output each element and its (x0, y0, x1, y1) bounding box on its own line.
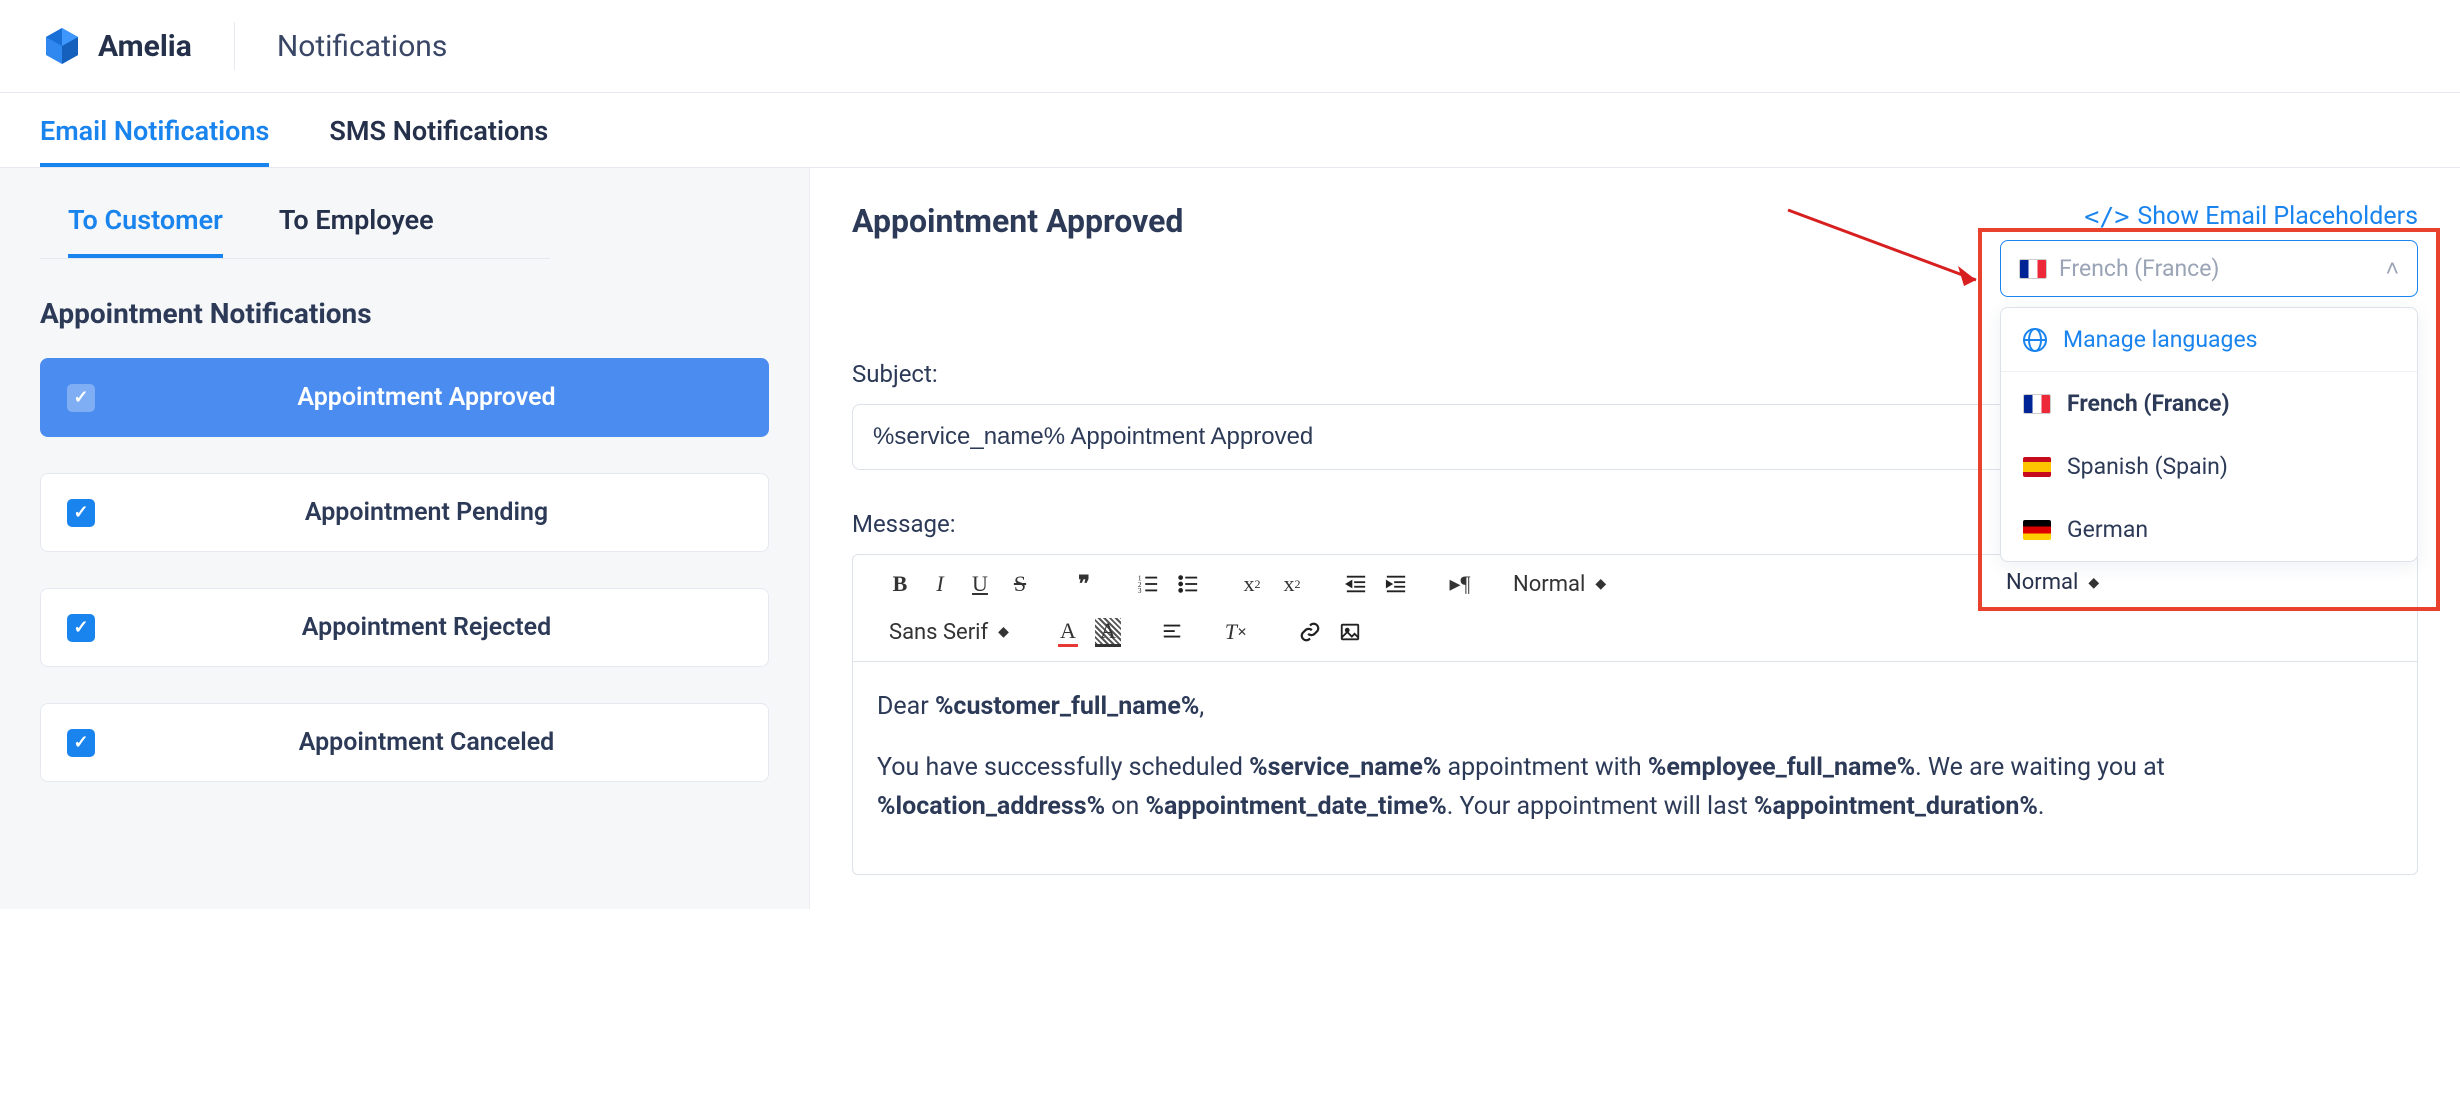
bold-button[interactable]: B (883, 567, 917, 601)
language-option-label: French (France) (2067, 390, 2230, 417)
language-select-value: French (France) (2059, 255, 2219, 282)
notif-label: Appointment Rejected (111, 613, 742, 642)
image-button[interactable] (1333, 615, 1367, 649)
header: Amelia Notifications (0, 0, 2460, 93)
notif-item-appointment-pending[interactable]: ✓ Appointment Pending (40, 473, 769, 552)
select-caret-icon: ◆ (998, 624, 1009, 640)
sidebar: To Customer To Employee Appointment Noti… (0, 168, 810, 909)
indent-button[interactable] (1379, 567, 1413, 601)
flag-france-icon (2019, 259, 2047, 279)
recipient-tabs: To Customer To Employee (40, 196, 550, 259)
align-button[interactable] (1155, 615, 1189, 649)
message-editor[interactable]: Dear %customer_full_name%, You have succ… (852, 662, 2418, 875)
editor-placeholder: %service_name% (1249, 753, 1441, 782)
tab-sms-notifications[interactable]: SMS Notifications (329, 115, 548, 167)
brand-logo-icon (40, 24, 84, 68)
subscript-button[interactable]: x2 (1235, 567, 1269, 601)
toolbar-heading-select-2-overlay: Normal◆ (2000, 568, 2418, 597)
manage-languages-label: Manage languages (2063, 326, 2258, 353)
language-dropdown: Manage languages French (France) Spanish… (2000, 307, 2418, 562)
heading-select-2[interactable]: Normal◆ (2000, 568, 2105, 597)
editor-placeholder: %appointment_duration% (1754, 792, 2038, 821)
language-option-spanish[interactable]: Spanish (Spain) (2001, 435, 2417, 498)
blockquote-button[interactable]: ❞ (1067, 567, 1101, 601)
clear-format-button[interactable]: T✕ (1219, 615, 1253, 649)
check-icon: ✓ (67, 384, 95, 412)
select-caret-icon: ◆ (1595, 576, 1606, 592)
language-option-german[interactable]: German (2001, 498, 2417, 561)
language-select[interactable]: French (France) ˄ (2000, 240, 2418, 297)
check-icon: ✓ (67, 499, 95, 527)
editor-text: . We are waiting you at (1915, 753, 2165, 782)
manage-languages-item[interactable]: Manage languages (2001, 308, 2417, 372)
notif-item-appointment-canceled[interactable]: ✓ Appointment Canceled (40, 703, 769, 782)
outdent-button[interactable] (1339, 567, 1373, 601)
page-title: Notifications (277, 29, 448, 64)
flag-france-icon (2023, 394, 2051, 414)
font-family-select[interactable]: Sans Serif◆ (883, 618, 1015, 647)
section-heading: Appointment Notifications (40, 297, 769, 330)
svg-text:3: 3 (1138, 586, 1142, 595)
language-panel: French (France) ˄ Manage languages Frenc… (1978, 228, 2440, 611)
highlight-color-button[interactable]: A (1091, 615, 1125, 649)
text-color-button[interactable]: A (1051, 615, 1085, 649)
check-icon: ✓ (67, 729, 95, 757)
brand-name: Amelia (98, 29, 192, 64)
show-placeholders-text: Show Email Placeholders (2137, 202, 2418, 231)
main-content: Appointment Approved </> Show Email Plac… (810, 168, 2460, 909)
link-button[interactable] (1293, 615, 1327, 649)
heading-select-1[interactable]: Normal◆ (1507, 570, 1612, 599)
chevron-up-icon: ˄ (2386, 255, 2399, 282)
show-placeholders-link[interactable]: </> Show Email Placeholders (2084, 202, 2418, 231)
superscript-button[interactable]: x2 (1275, 567, 1309, 601)
ordered-list-button[interactable]: 123 (1131, 567, 1165, 601)
editor-placeholder: %location_address% (877, 792, 1105, 821)
notif-item-appointment-rejected[interactable]: ✓ Appointment Rejected (40, 588, 769, 667)
editor-text: . (2038, 792, 2045, 821)
italic-button[interactable]: I (923, 567, 957, 601)
unordered-list-button[interactable] (1171, 567, 1205, 601)
underline-button[interactable]: U (963, 567, 997, 601)
language-option-label: German (2067, 516, 2148, 543)
notif-label: Appointment Approved (111, 383, 742, 412)
tab-email-notifications[interactable]: Email Notifications (40, 115, 269, 167)
editor-text: appointment with (1441, 753, 1648, 782)
tab-to-employee[interactable]: To Employee (279, 196, 434, 258)
strikethrough-button[interactable]: S (1003, 567, 1037, 601)
notif-item-appointment-approved[interactable]: ✓ Appointment Approved (40, 358, 769, 437)
editor-text: . Your appointment will last (1447, 792, 1754, 821)
text-direction-button[interactable]: ▸¶ (1443, 567, 1477, 601)
tab-to-customer[interactable]: To Customer (68, 196, 223, 258)
language-option-french[interactable]: French (France) (2001, 372, 2417, 435)
editor-text: on (1105, 792, 1145, 821)
editor-placeholder: %employee_full_name% (1648, 753, 1915, 782)
check-icon: ✓ (67, 614, 95, 642)
divider (234, 22, 235, 70)
editor-text: You have successfully scheduled (877, 753, 1249, 782)
language-option-label: Spanish (Spain) (2067, 453, 2228, 480)
flag-spain-icon (2023, 457, 2051, 477)
code-icon: </> (2084, 202, 2129, 231)
main-title: Appointment Approved (852, 202, 1183, 240)
flag-germany-icon (2023, 520, 2051, 540)
editor-text: Dear (877, 692, 935, 721)
globe-icon (2023, 328, 2047, 352)
editor-text: , (1199, 692, 1204, 721)
notif-label: Appointment Canceled (111, 728, 742, 757)
notif-label: Appointment Pending (111, 498, 742, 527)
editor-placeholder: %appointment_date_time% (1146, 792, 1447, 821)
top-tabs: Email Notifications SMS Notifications (0, 93, 2460, 168)
select-caret-icon: ◆ (2088, 575, 2099, 591)
editor-placeholder: %customer_full_name% (935, 692, 1199, 721)
